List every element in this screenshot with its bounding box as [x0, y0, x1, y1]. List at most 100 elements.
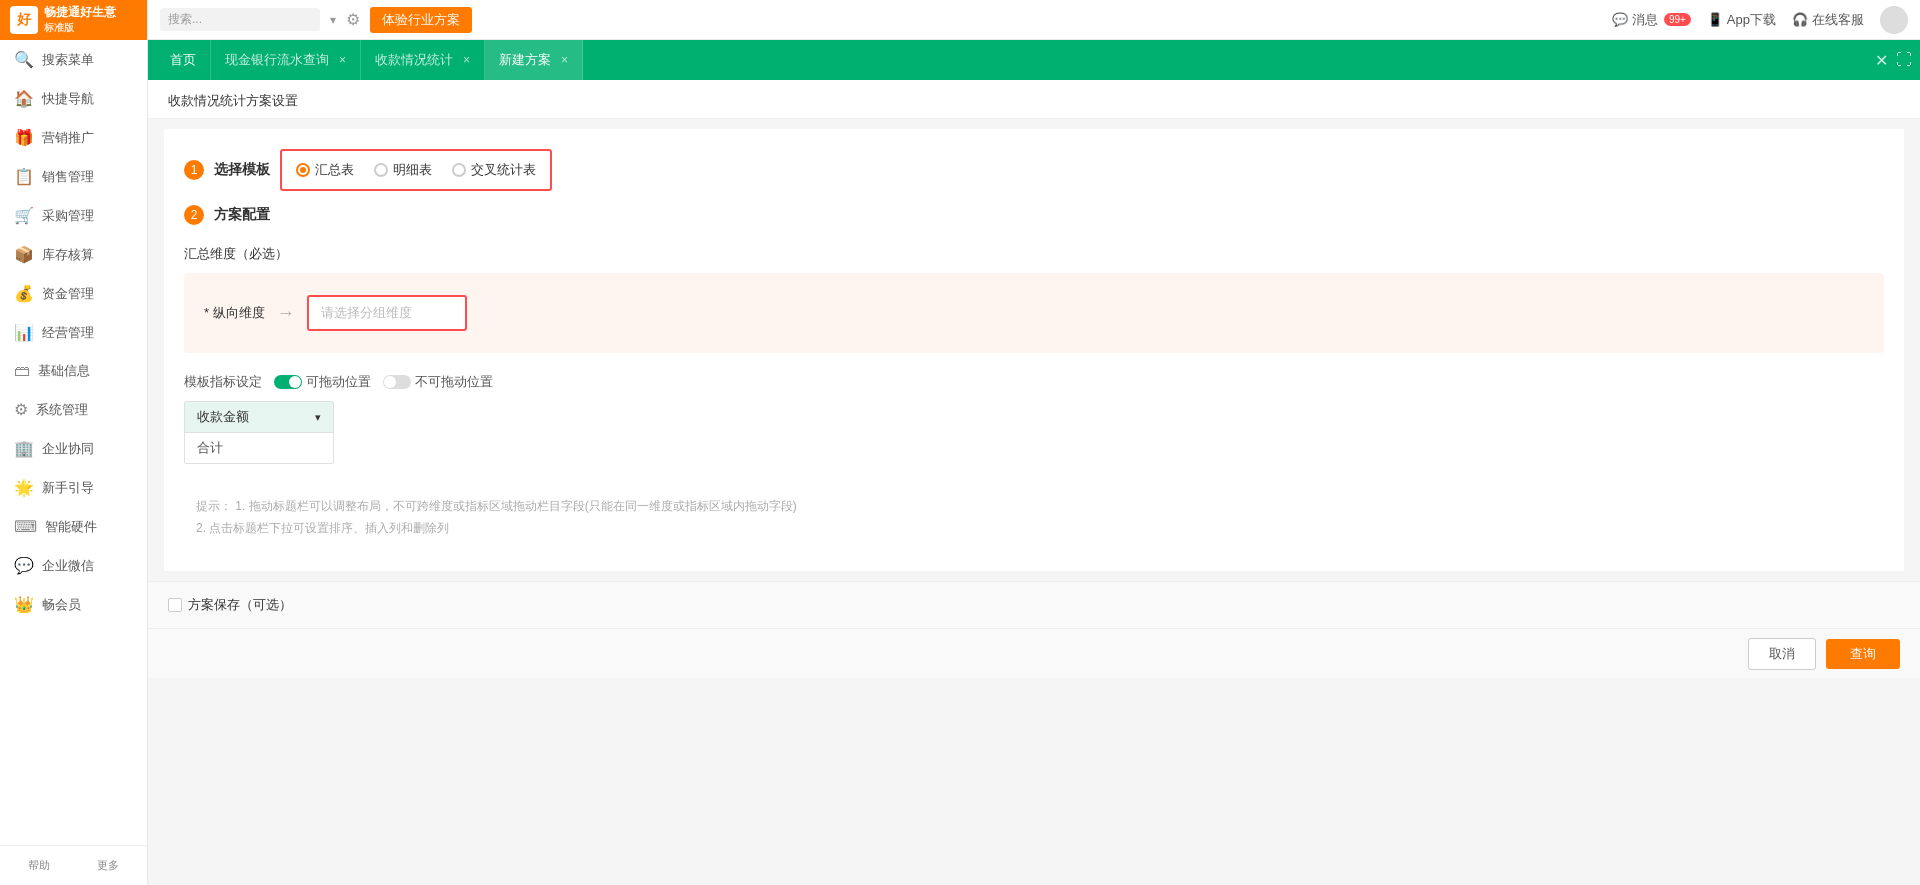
tabbar: 首页现金银行流水查询×收款情况统计×新建方案× ✕ ⛶: [148, 40, 1920, 80]
step2-num: 2: [184, 205, 204, 225]
sidebar-item-basic[interactable]: 🗃基础信息: [0, 352, 147, 390]
dimension-select-dropdown[interactable]: 请选择分组维度: [307, 295, 467, 331]
close-window-icon[interactable]: ✕: [1875, 51, 1888, 70]
dimension-placeholder: 请选择分组维度: [321, 304, 412, 322]
topbar-search-box: 搜索...: [160, 8, 320, 31]
cancel-button[interactable]: 取消: [1748, 638, 1816, 670]
sidebar-item-enterprise[interactable]: 🏢企业协同: [0, 429, 147, 468]
sidebar-item-system[interactable]: ⚙ 系统管理: [0, 390, 147, 429]
maximize-icon[interactable]: ⛶: [1896, 51, 1912, 69]
message-icon: 💬: [1612, 12, 1628, 27]
page-header: 收款情况统计方案设置: [148, 80, 1920, 119]
radio-cross[interactable]: 交叉统计表: [452, 161, 536, 179]
sidebar-item-marketing[interactable]: 🎁营销推广: [0, 118, 147, 157]
download-btn[interactable]: 📱 App下载: [1707, 11, 1776, 29]
sidebar-item-finance[interactable]: 💰 资金管理: [0, 274, 147, 313]
topbar-dropdown-arrow[interactable]: ▾: [330, 13, 336, 27]
draggable-toggle[interactable]: 可拖动位置: [274, 373, 371, 391]
sidebar-item-management[interactable]: 📊经营管理: [0, 313, 147, 352]
tab-bank[interactable]: 现金银行流水查询×: [211, 40, 361, 80]
sidebar-item-member[interactable]: 👑畅会员: [0, 585, 147, 624]
tab-receipt[interactable]: 收款情况统计×: [361, 40, 485, 80]
topbar: 搜索... ▾ ⚙ 体验行业方案 💬 消息 99+ 📱 App下载 🎧 在线客服: [148, 0, 1920, 40]
sidebar-item-label-system: 系统管理: [36, 401, 88, 419]
not-draggable-label: 不可拖动位置: [415, 373, 493, 391]
sidebar-item-label-quicknav: 快捷导航: [42, 90, 94, 108]
radio-summary-label: 汇总表: [315, 161, 354, 179]
sidebar-item-newbie[interactable]: 🌟新手引导: [0, 468, 147, 507]
sidebar-item-inventory[interactable]: 📦库存核算: [0, 235, 147, 274]
tab-new-plan[interactable]: 新建方案×: [485, 40, 583, 80]
save-checkbox-box: [168, 598, 182, 612]
sidebar-more-btn[interactable]: 更多: [77, 854, 140, 877]
dimension-title: 汇总维度（必选）: [184, 245, 1884, 263]
radio-cross-dot: [452, 163, 466, 177]
step2-title: 方案配置: [214, 206, 270, 224]
tab-close-receipt[interactable]: ×: [463, 53, 470, 67]
sidebar-item-label-enterprise: 企业协同: [42, 440, 94, 458]
dimension-area: * 纵向维度 → 请选择分组维度: [184, 273, 1884, 353]
save-checkbox-label: 方案保存（可选）: [188, 596, 292, 614]
sidebar-help-btn[interactable]: 帮助: [8, 854, 71, 877]
radio-detail-label: 明细表: [393, 161, 432, 179]
not-draggable-toggle[interactable]: 不可拖动位置: [383, 373, 493, 391]
draggable-label: 可拖动位置: [306, 373, 371, 391]
notification-badge: 99+: [1664, 13, 1691, 26]
sidebar-item-label-hardware: 智能硬件: [45, 518, 97, 536]
sidebar-item-purchase[interactable]: 🛒采购管理: [0, 196, 147, 235]
user-avatar[interactable]: [1880, 6, 1908, 34]
dimension-row: * 纵向维度 → 请选择分组维度: [204, 295, 467, 331]
system-icon: ⚙: [14, 400, 28, 419]
gear-icon[interactable]: ⚙: [346, 10, 360, 29]
sidebar-item-hardware[interactable]: ⌨ 智能硬件: [0, 507, 147, 546]
metrics-table: 收款金额 ▾ 合计: [184, 401, 334, 464]
logo-sub: 标准版: [44, 21, 116, 35]
tab-close-bank[interactable]: ×: [339, 53, 346, 67]
not-draggable-toggle-switch[interactable]: [383, 375, 411, 389]
sidebar-item-label-purchase: 采购管理: [42, 207, 94, 225]
finance-icon: 💰: [14, 284, 34, 303]
metrics-table-header: 收款金额 ▾: [185, 402, 333, 433]
sidebar-item-search[interactable]: 🔍搜索菜单: [0, 40, 147, 79]
logo-text: 畅捷通好生意: [44, 5, 116, 21]
save-checkbox[interactable]: 方案保存（可选）: [168, 596, 292, 614]
sidebar: 好 畅捷通好生意 标准版 🔍搜索菜单🏠快捷导航🎁营销推广📋销售管理🛒采购管理📦库…: [0, 0, 148, 885]
marketing-icon: 🎁: [14, 128, 34, 147]
metrics-header-chevron[interactable]: ▾: [315, 411, 321, 424]
dimension-config: 汇总维度（必选） * 纵向维度 → 请选择分组维度: [184, 245, 1884, 353]
metrics-title: 模板指标设定: [184, 373, 262, 391]
sidebar-item-label-search: 搜索菜单: [42, 51, 94, 69]
tab-home[interactable]: 首页: [156, 40, 211, 80]
sidebar-item-quicknav[interactable]: 🏠快捷导航: [0, 79, 147, 118]
tip-line1: 提示： 1. 拖动标题栏可以调整布局，不可跨维度或指标区域拖动栏目字段(只能在同…: [196, 496, 1872, 518]
step2-label: 2 方案配置: [184, 205, 1884, 225]
hardware-icon: ⌨: [14, 517, 37, 536]
bottom-bar: 取消 查询: [148, 628, 1920, 678]
notification-btn[interactable]: 💬 消息 99+: [1612, 11, 1691, 29]
tabbar-right-controls: ✕ ⛶: [1875, 51, 1912, 70]
metrics-header-label: 收款金额: [197, 408, 249, 426]
metrics-label-row: 模板指标设定 可拖动位置 不可拖动位置: [184, 373, 1884, 391]
sidebar-item-sales[interactable]: 📋销售管理: [0, 157, 147, 196]
query-button[interactable]: 查询: [1826, 639, 1900, 669]
radio-detail[interactable]: 明细表: [374, 161, 432, 179]
sidebar-item-wechat[interactable]: 💬企业微信: [0, 546, 147, 585]
sidebar-item-label-finance: 资金管理: [42, 285, 94, 303]
radio-detail-dot: [374, 163, 388, 177]
radio-summary[interactable]: 汇总表: [296, 161, 354, 179]
tab-close-new-plan[interactable]: ×: [561, 53, 568, 67]
draggable-toggle-switch[interactable]: [274, 375, 302, 389]
logo-icon: 好: [10, 6, 38, 34]
main-section: 1 选择模板 汇总表 明细表 交叉统计表: [164, 129, 1904, 571]
newbie-icon: 🌟: [14, 478, 34, 497]
topbar-search-placeholder: 搜索...: [168, 12, 202, 26]
tips-section: 提示： 1. 拖动标题栏可以调整布局，不可跨维度或指标区域拖动栏目字段(只能在同…: [184, 484, 1884, 551]
basic-icon: 🗃: [14, 362, 30, 380]
member-icon: 👑: [14, 595, 34, 614]
sidebar-logo: 好 畅捷通好生意 标准版: [0, 0, 147, 40]
vertical-dim-label: * 纵向维度: [204, 304, 265, 322]
trial-button[interactable]: 体验行业方案: [370, 7, 472, 33]
download-icon: 📱: [1707, 12, 1723, 27]
support-btn[interactable]: 🎧 在线客服: [1792, 11, 1864, 29]
footer-section: 方案保存（可选）: [148, 581, 1920, 628]
